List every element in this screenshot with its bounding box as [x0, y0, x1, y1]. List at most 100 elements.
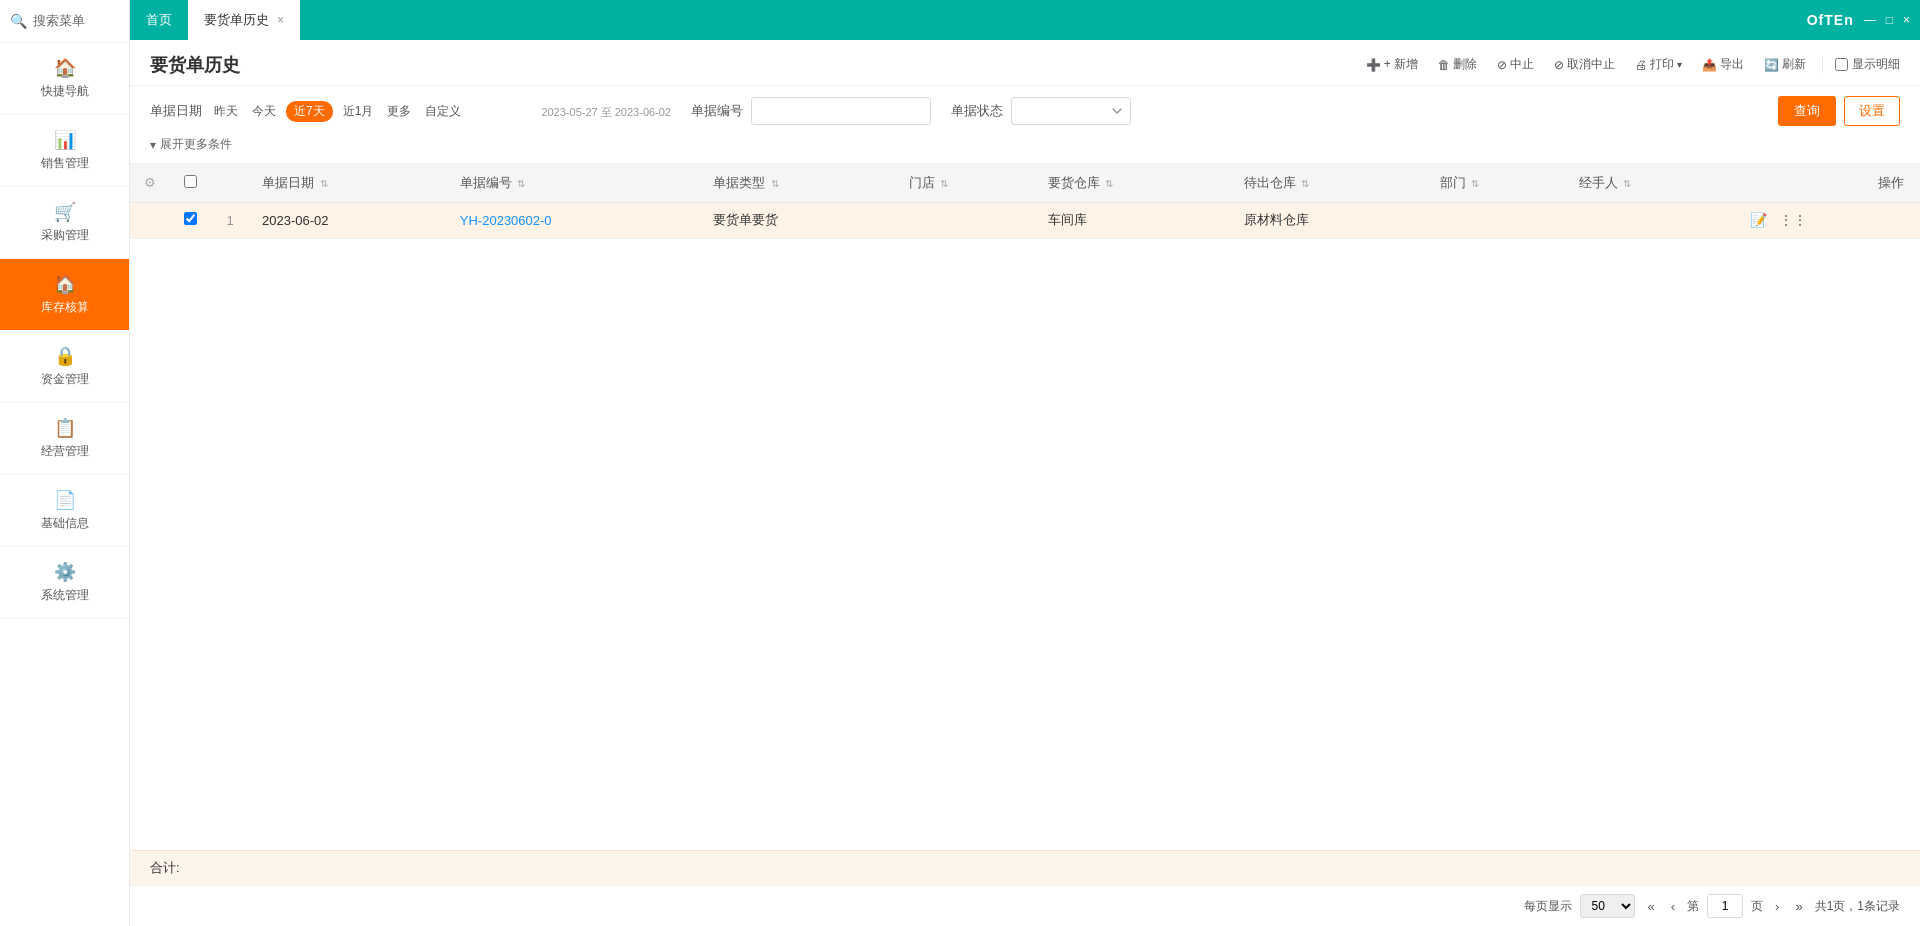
delete-button[interactable]: 🗑 删除 — [1434, 52, 1481, 77]
date-btn-1month[interactable]: 近1月 — [339, 101, 378, 122]
table-store-col[interactable]: 门店 ⇅ — [897, 164, 1036, 202]
table-footer: 合计: — [130, 850, 1920, 885]
row-edit-button[interactable]: 📝 — [1746, 210, 1771, 230]
pagination-bar: 每页显示 10 20 50 100 « ‹ 第 页 › » 共1页，1条记录 — [130, 885, 1920, 926]
table-type-col[interactable]: 单据类型 ⇅ — [701, 164, 897, 202]
close-window-button[interactable]: × — [1903, 13, 1910, 27]
new-label: + 新增 — [1384, 56, 1418, 73]
date-btn-today[interactable]: 今天 — [248, 101, 280, 122]
prev-page-button[interactable]: ‹ — [1667, 897, 1679, 916]
table-date-col[interactable]: 单据日期 ⇅ — [250, 164, 448, 202]
sidebar-search[interactable]: 🔍 搜索菜单 — [0, 0, 129, 43]
row-number-cell: 1 — [210, 202, 250, 238]
row-more-button[interactable]: ⋮⋮ — [1775, 210, 1811, 230]
sidebar: 🔍 搜索菜单 🏠 快捷导航 📊 销售管理 🛒 采购管理 🏠 库存核算 🔒 资金管… — [0, 0, 130, 926]
table-number-col[interactable]: 单据编号 ⇅ — [448, 164, 701, 202]
display-detail-group: 显示明细 — [1835, 56, 1900, 73]
type-sort-icon: ⇅ — [771, 178, 779, 189]
sidebar-item-purchase[interactable]: 🛒 采购管理 — [0, 187, 129, 259]
doc-number-link[interactable]: YH-20230602-0 — [460, 213, 552, 228]
row-gear-cell — [130, 202, 170, 238]
lock-icon: 🔒 — [54, 345, 76, 367]
page-header: 要货单历史 ➕ + 新增 🗑 删除 ⊘ 中止 ⊘ 取消中止 — [130, 40, 1920, 86]
settings-button[interactable]: 设置 — [1844, 96, 1900, 126]
row-checkbox[interactable] — [184, 212, 197, 225]
stop-button[interactable]: ⊘ 中止 — [1493, 52, 1538, 77]
doc-number-input[interactable] — [751, 97, 931, 125]
number-sort-icon: ⇅ — [517, 178, 525, 189]
delete-icon: 🗑 — [1438, 58, 1450, 72]
row-checkbox-cell[interactable] — [170, 202, 210, 238]
row-store-cell — [897, 202, 1036, 238]
topbar: 首页 要货单历史 × OfTEn — □ × — [130, 0, 1920, 40]
row-department-cell — [1428, 202, 1567, 238]
row-actions-cell: 📝 ⋮⋮ — [1734, 202, 1920, 238]
sidebar-item-inventory[interactable]: 🏠 库存核算 — [0, 259, 129, 331]
page-number-input[interactable] — [1707, 894, 1743, 918]
date-btn-more[interactable]: 更多 — [383, 101, 415, 122]
doc-status-select[interactable] — [1011, 97, 1131, 125]
sidebar-item-label: 采购管理 — [41, 227, 89, 244]
table-body: 1 2023-06-02 YH-20230602-0 要货单要货 车间库 原材料… — [130, 202, 1920, 238]
row-pending-warehouse-cell: 原材料仓库 — [1232, 202, 1428, 238]
row-doc-number-cell[interactable]: YH-20230602-0 — [448, 202, 701, 238]
sidebar-item-label: 基础信息 — [41, 515, 89, 532]
sidebar-item-finance[interactable]: 🔒 资金管理 — [0, 331, 129, 403]
tab-close-icon[interactable]: × — [277, 13, 284, 27]
brand-label: OfTEn — [1807, 12, 1854, 28]
table-row[interactable]: 1 2023-06-02 YH-20230602-0 要货单要货 车间库 原材料… — [130, 202, 1920, 238]
stop-icon: ⊘ — [1497, 58, 1507, 72]
type-col-label: 单据类型 — [713, 175, 765, 190]
row-type-cell: 要货单要货 — [701, 202, 897, 238]
refresh-button[interactable]: 🔄 刷新 — [1760, 52, 1810, 77]
req-warehouse-col-label: 要货仓库 — [1048, 175, 1100, 190]
cancel-stop-button[interactable]: ⊘ 取消中止 — [1550, 52, 1619, 77]
table-req-warehouse-col[interactable]: 要货仓库 ⇅ — [1036, 164, 1232, 202]
store-col-label: 门店 — [909, 175, 935, 190]
tab-home[interactable]: 首页 — [130, 0, 188, 40]
sidebar-item-sales[interactable]: 📊 销售管理 — [0, 115, 129, 187]
sidebar-item-quick-nav[interactable]: 🏠 快捷导航 — [0, 43, 129, 115]
date-btn-custom[interactable]: 自定义 — [421, 101, 465, 122]
minimize-button[interactable]: — — [1864, 13, 1876, 27]
export-icon: 📤 — [1702, 58, 1717, 72]
table-checkbox-col[interactable] — [170, 164, 210, 202]
expand-more-btn[interactable]: ▾ 展开更多条件 — [150, 136, 232, 153]
doc-status-label: 单据状态 — [951, 102, 1003, 120]
first-page-button[interactable]: « — [1643, 897, 1658, 916]
display-detail-checkbox[interactable] — [1835, 58, 1848, 71]
sidebar-item-label: 资金管理 — [41, 371, 89, 388]
page-title: 要货单历史 — [150, 53, 240, 77]
table-pending-warehouse-col[interactable]: 待出仓库 ⇅ — [1232, 164, 1428, 202]
doc-status-filter-group: 单据状态 — [951, 97, 1131, 125]
sidebar-item-label: 系统管理 — [41, 587, 89, 604]
table-header-row: ⚙ 单据日期 ⇅ 单据编号 ⇅ 单据类型 ⇅ — [130, 164, 1920, 202]
cart-icon: 🛒 — [54, 201, 76, 223]
export-button[interactable]: 📤 导出 — [1698, 52, 1748, 77]
table-department-col[interactable]: 部门 ⇅ — [1428, 164, 1567, 202]
sidebar-item-operations[interactable]: 📋 经营管理 — [0, 403, 129, 475]
date-btn-yesterday[interactable]: 昨天 — [210, 101, 242, 122]
date-sort-icon: ⇅ — [320, 178, 328, 189]
new-button[interactable]: ➕ + 新增 — [1362, 52, 1422, 77]
toolbar-divider — [1822, 57, 1823, 73]
table-settings-col[interactable]: ⚙ — [130, 164, 170, 202]
date-filter-label: 单据日期 — [150, 102, 202, 120]
last-page-button[interactable]: » — [1791, 897, 1806, 916]
page-size-select[interactable]: 10 20 50 100 — [1580, 894, 1635, 918]
next-page-button[interactable]: › — [1771, 897, 1783, 916]
tab-requisition-history[interactable]: 要货单历史 × — [188, 0, 300, 40]
pending-warehouse-sort-icon: ⇅ — [1301, 178, 1309, 189]
print-button[interactable]: 🖨 打印 ▾ — [1631, 52, 1686, 77]
stop-label: 中止 — [1510, 56, 1534, 73]
sidebar-item-system[interactable]: ⚙️ 系统管理 — [0, 547, 129, 619]
table-handler-col[interactable]: 经手人 ⇅ — [1567, 164, 1734, 202]
query-button[interactable]: 查询 — [1778, 96, 1836, 126]
sidebar-item-basic-info[interactable]: 📄 基础信息 — [0, 475, 129, 547]
page-word: 页 — [1751, 898, 1763, 915]
select-all-checkbox[interactable] — [184, 175, 197, 188]
date-btn-7days[interactable]: 近7天 — [286, 101, 333, 122]
maximize-button[interactable]: □ — [1886, 13, 1893, 27]
topbar-right: OfTEn — □ × — [1807, 12, 1920, 28]
department-sort-icon: ⇅ — [1471, 178, 1479, 189]
